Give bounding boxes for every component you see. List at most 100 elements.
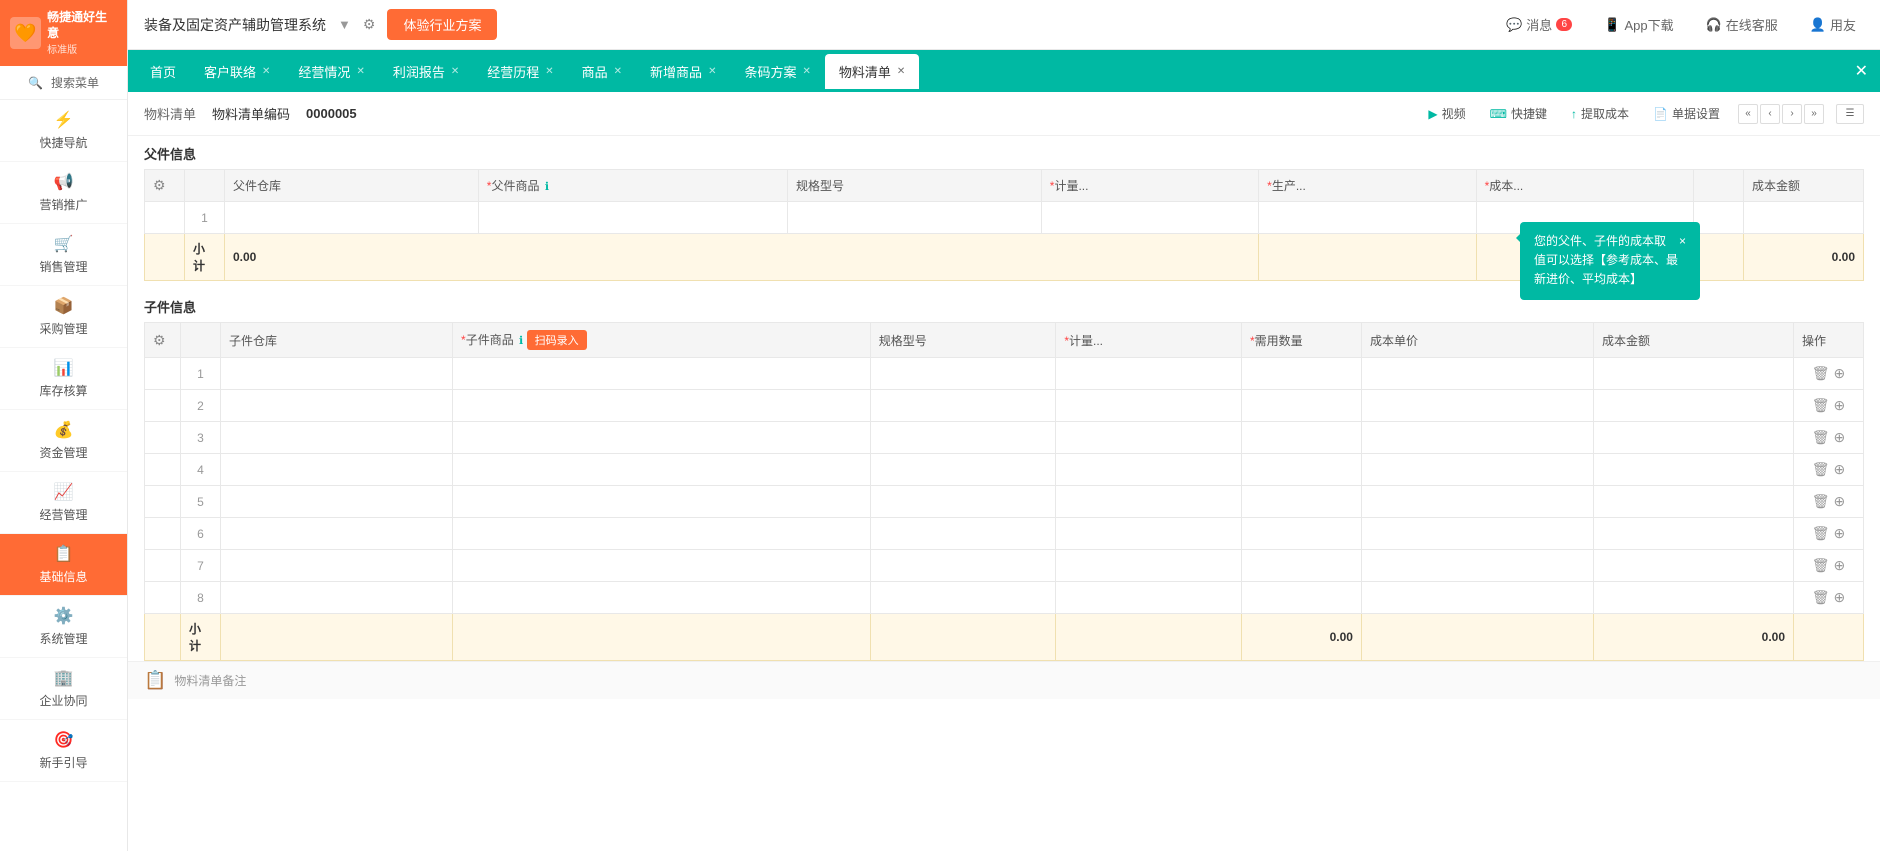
child-row-product[interactable] xyxy=(453,390,871,422)
delete-icon[interactable]: 🗑 xyxy=(1812,429,1830,446)
shortcut-button[interactable]: ⌨ 快捷键 xyxy=(1484,102,1553,125)
prev-page-button[interactable]: ‹ xyxy=(1760,104,1780,124)
tab-new-product-close[interactable]: ✕ xyxy=(708,66,716,77)
tab-products-close[interactable]: ✕ xyxy=(614,66,622,77)
child-row-unit[interactable] xyxy=(1056,390,1242,422)
child-row-spec[interactable] xyxy=(870,486,1056,518)
parent-row-1-note[interactable] xyxy=(1694,202,1744,234)
copy-icon[interactable]: ⊕ xyxy=(1834,397,1846,414)
child-row-product[interactable] xyxy=(453,486,871,518)
child-row-unit[interactable] xyxy=(1056,422,1242,454)
sidebar-item-marketing[interactable]: 📢 营销推广 xyxy=(0,162,127,224)
sidebar-item-inventory[interactable]: 📊 库存核算 xyxy=(0,348,127,410)
experience-button[interactable]: 体验行业方案 xyxy=(387,9,497,40)
child-row-warehouse[interactable] xyxy=(221,358,453,390)
user-button[interactable]: 👤 用友 xyxy=(1802,11,1864,38)
sidebar-item-purchase[interactable]: 📦 采购管理 xyxy=(0,286,127,348)
child-row-qty[interactable] xyxy=(1241,358,1361,390)
tab-history-close[interactable]: ✕ xyxy=(545,66,553,77)
breadcrumb-bom[interactable]: 物料清单 xyxy=(144,104,196,123)
tab-home[interactable]: 首页 xyxy=(136,54,190,89)
child-row-qty[interactable] xyxy=(1241,454,1361,486)
tab-customer[interactable]: 客户联络 ✕ xyxy=(190,54,284,89)
child-row-warehouse[interactable] xyxy=(221,582,453,614)
child-row-product[interactable] xyxy=(453,454,871,486)
child-row-spec[interactable] xyxy=(870,454,1056,486)
last-page-button[interactable]: » xyxy=(1804,104,1824,124)
copy-icon[interactable]: ⊕ xyxy=(1834,493,1846,510)
child-row-warehouse[interactable] xyxy=(221,518,453,550)
child-row-unit-cost[interactable] xyxy=(1361,486,1593,518)
child-row-warehouse[interactable] xyxy=(221,422,453,454)
tab-new-product[interactable]: 新增商品 ✕ xyxy=(636,54,730,89)
child-row-product[interactable] xyxy=(453,550,871,582)
copy-icon[interactable]: ⊕ xyxy=(1834,525,1846,542)
child-row-product[interactable] xyxy=(453,422,871,454)
child-row-warehouse[interactable] xyxy=(221,454,453,486)
tab-ops-close[interactable]: ✕ xyxy=(356,66,364,77)
child-row-warehouse[interactable] xyxy=(221,390,453,422)
sidebar-item-quick-nav[interactable]: ⚡ 快捷导航 xyxy=(0,100,127,162)
child-row-warehouse[interactable] xyxy=(221,486,453,518)
extract-cost-button[interactable]: ↑ 提取成本 xyxy=(1565,102,1635,125)
delete-icon[interactable]: 🗑 xyxy=(1812,557,1830,574)
child-row-spec[interactable] xyxy=(870,390,1056,422)
tab-operations-status[interactable]: 经营情况 ✕ xyxy=(284,54,378,89)
sidebar-item-search[interactable]: 🔍 搜索菜单 xyxy=(0,66,127,100)
sidebar-item-system[interactable]: ⚙️ 系统管理 xyxy=(0,596,127,658)
child-row-unit-cost[interactable] xyxy=(1361,422,1593,454)
child-row-unit-cost[interactable] xyxy=(1361,518,1593,550)
online-service-button[interactable]: 🎧 在线客服 xyxy=(1698,11,1786,38)
tab-customer-close[interactable]: ✕ xyxy=(262,66,270,77)
delete-icon[interactable]: 🗑 xyxy=(1812,589,1830,606)
app-download-button[interactable]: 📱 App下载 xyxy=(1596,11,1681,38)
copy-icon[interactable]: ⊕ xyxy=(1834,557,1846,574)
message-button[interactable]: 💬 消息 6 xyxy=(1498,11,1580,38)
child-row-unit[interactable] xyxy=(1056,582,1242,614)
tooltip-close-button[interactable]: × xyxy=(1679,232,1686,251)
next-page-button[interactable]: › xyxy=(1782,104,1802,124)
tab-profit-close[interactable]: ✕ xyxy=(451,66,459,77)
parent-settings-gear[interactable]: ⚙ xyxy=(153,177,166,194)
parent-row-1-warehouse[interactable] xyxy=(225,202,479,234)
child-row-unit[interactable] xyxy=(1056,518,1242,550)
child-row-warehouse[interactable] xyxy=(221,550,453,582)
parent-row-1-unit[interactable] xyxy=(1041,202,1258,234)
sidebar-item-sales[interactable]: 🛒 销售管理 xyxy=(0,224,127,286)
child-row-qty[interactable] xyxy=(1241,518,1361,550)
dropdown-icon[interactable]: ▼ xyxy=(338,17,351,32)
delete-icon[interactable]: 🗑 xyxy=(1812,461,1830,478)
child-row-unit[interactable] xyxy=(1056,454,1242,486)
child-row-unit-cost[interactable] xyxy=(1361,390,1593,422)
parent-row-1-spec[interactable] xyxy=(787,202,1041,234)
sidebar-item-basic-info[interactable]: 📋 基础信息 xyxy=(0,534,127,596)
parent-row-1-product[interactable] xyxy=(478,202,787,234)
copy-icon[interactable]: ⊕ xyxy=(1834,429,1846,446)
child-row-qty[interactable] xyxy=(1241,422,1361,454)
tab-bom-close[interactable]: ✕ xyxy=(897,66,905,77)
child-row-product[interactable] xyxy=(453,358,871,390)
copy-icon[interactable]: ⊕ xyxy=(1834,461,1846,478)
sidebar-item-finance[interactable]: 💰 资金管理 xyxy=(0,410,127,472)
copy-icon[interactable]: ⊕ xyxy=(1834,589,1846,606)
single-settings-button[interactable]: 📄 单据设置 xyxy=(1647,102,1726,125)
settings-button[interactable]: ⚙ xyxy=(363,16,376,33)
child-row-spec[interactable] xyxy=(870,550,1056,582)
parent-row-1-production[interactable] xyxy=(1259,202,1476,234)
child-row-spec[interactable] xyxy=(870,358,1056,390)
tab-business-history[interactable]: 经营历程 ✕ xyxy=(473,54,567,89)
child-row-qty[interactable] xyxy=(1241,582,1361,614)
tab-barcode[interactable]: 条码方案 ✕ xyxy=(730,54,824,89)
child-row-unit-cost[interactable] xyxy=(1361,358,1593,390)
child-row-unit-cost[interactable] xyxy=(1361,454,1593,486)
child-row-qty[interactable] xyxy=(1241,390,1361,422)
child-row-spec[interactable] xyxy=(870,518,1056,550)
child-row-product[interactable] xyxy=(453,518,871,550)
copy-icon[interactable]: ⊕ xyxy=(1834,365,1846,382)
menu-button[interactable]: ☰ xyxy=(1836,104,1864,124)
view-video-button[interactable]: ▶ 视频 xyxy=(1422,102,1471,125)
child-settings-gear[interactable]: ⚙ xyxy=(153,332,166,349)
child-row-qty[interactable] xyxy=(1241,486,1361,518)
tab-products[interactable]: 商品 ✕ xyxy=(568,54,636,89)
delete-icon[interactable]: 🗑 xyxy=(1812,397,1830,414)
